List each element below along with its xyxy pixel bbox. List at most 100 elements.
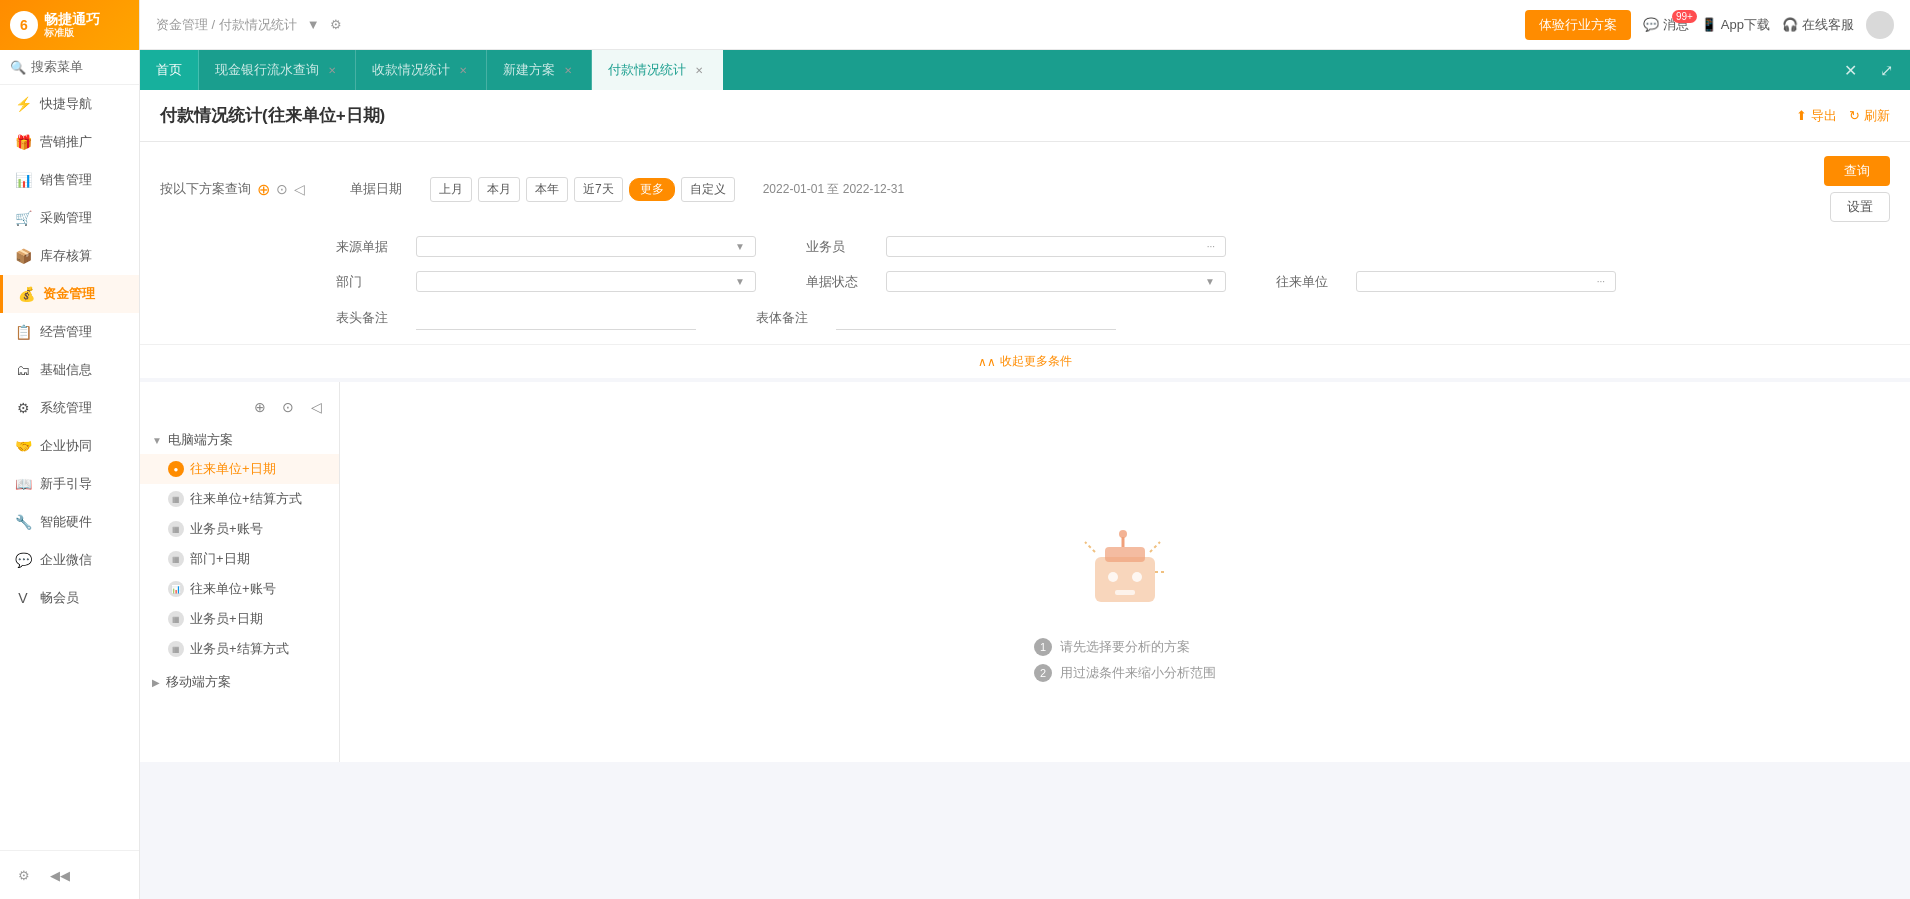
refresh-btn[interactable]: ↻ 刷新 bbox=[1849, 107, 1890, 125]
scheme-group-pc-header[interactable]: ▼ 电脑端方案 bbox=[140, 426, 339, 454]
left-panel: ⊕ ⊙ ◁ ▼ 电脑端方案 ● 往来单位+日期 bbox=[140, 382, 340, 762]
dropdown-arrow-icon[interactable]: ▼ bbox=[307, 17, 320, 32]
tab-new-scheme-label: 新建方案 bbox=[503, 61, 555, 79]
sidebar-item-wechat[interactable]: 💬 企业微信 bbox=[0, 541, 139, 579]
messages-btn[interactable]: 💬 消息 99+ bbox=[1643, 16, 1689, 34]
hardware-icon: 🔧 bbox=[14, 513, 32, 531]
tab-cash-flow-close[interactable]: ✕ bbox=[325, 63, 339, 77]
empty-tip-2: 2 用过滤条件来缩小分析范围 bbox=[1034, 664, 1216, 682]
sidebar-search[interactable]: 🔍 搜索菜单 bbox=[0, 50, 139, 85]
add-scheme-btn[interactable]: ⊕ bbox=[257, 180, 270, 199]
wechat-icon: 💬 bbox=[14, 551, 32, 569]
tab-collection-stats[interactable]: 收款情况统计 ✕ bbox=[356, 50, 487, 90]
purchase-icon: 🛒 bbox=[14, 209, 32, 227]
export-btn[interactable]: ⬆ 导出 bbox=[1796, 107, 1837, 125]
tab-cash-flow[interactable]: 现金银行流水查询 ✕ bbox=[199, 50, 356, 90]
counterpart-select[interactable]: ··· bbox=[1356, 271, 1616, 292]
online-service-btn[interactable]: 🎧 在线客服 bbox=[1782, 16, 1854, 34]
scheme-item-salesman-account[interactable]: ▦ 业务员+账号 bbox=[140, 514, 339, 544]
date-btn-last-month[interactable]: 上月 bbox=[430, 177, 472, 202]
doc-status-label: 单据状态 bbox=[806, 273, 866, 291]
body-note-label: 表体备注 bbox=[756, 309, 816, 327]
salesman-select[interactable]: ··· bbox=[886, 236, 1226, 257]
scheme-settings-icon-btn[interactable]: ⊙ bbox=[277, 396, 299, 418]
date-btn-custom[interactable]: 自定义 bbox=[681, 177, 735, 202]
marketing-icon: 🎁 bbox=[14, 133, 32, 151]
sidebar-item-capital[interactable]: 💰 资金管理 bbox=[0, 275, 139, 313]
breadcrumb: 资金管理 / 付款情况统计 bbox=[156, 16, 297, 34]
scheme-item-counterpart-account[interactable]: 📊 往来单位+账号 bbox=[140, 574, 339, 604]
counterpart-arrow: ··· bbox=[1597, 276, 1605, 287]
tab-collection-close[interactable]: ✕ bbox=[456, 63, 470, 77]
dept-select[interactable]: ▼ bbox=[416, 271, 756, 292]
sales-icon: 📊 bbox=[14, 171, 32, 189]
sidebar-item-operation[interactable]: 📋 经营管理 bbox=[0, 313, 139, 351]
svg-rect-0 bbox=[1095, 557, 1155, 602]
sidebar-item-guide[interactable]: 📖 新手引导 bbox=[0, 465, 139, 503]
tab-home-label: 首页 bbox=[156, 61, 182, 79]
tab-new-scheme[interactable]: 新建方案 ✕ bbox=[487, 50, 592, 90]
scheme-item-salesman-date[interactable]: ▦ 业务员+日期 bbox=[140, 604, 339, 634]
sidebar-item-purchase[interactable]: 🛒 采购管理 bbox=[0, 199, 139, 237]
tab-payment-stats-close[interactable]: ✕ bbox=[692, 63, 706, 77]
date-btn-this-year[interactable]: 本年 bbox=[526, 177, 568, 202]
scheme-item-label: 往来单位+结算方式 bbox=[190, 490, 302, 508]
sidebar-item-label: 采购管理 bbox=[40, 209, 92, 227]
add-scheme-icon-btn[interactable]: ⊕ bbox=[249, 396, 271, 418]
sidebar-item-enterprise[interactable]: 🤝 企业协同 bbox=[0, 427, 139, 465]
tab-home[interactable]: 首页 bbox=[140, 50, 199, 90]
date-btn-7days[interactable]: 近7天 bbox=[574, 177, 623, 202]
tab-payment-stats-label: 付款情况统计 bbox=[608, 61, 686, 79]
quick-nav-icon: ⚡ bbox=[14, 95, 32, 113]
tab-expand-btn[interactable]: ⤢ bbox=[1872, 56, 1900, 84]
scheme-item-counterpart-settlement[interactable]: ▦ 往来单位+结算方式 bbox=[140, 484, 339, 514]
sidebar-item-label: 新手引导 bbox=[40, 475, 92, 493]
scheme-item-dept-date[interactable]: ▦ 部门+日期 bbox=[140, 544, 339, 574]
settings-gear-btn[interactable]: ⚙ bbox=[330, 17, 342, 32]
scheme-item-salesman-settlement[interactable]: ▦ 业务员+结算方式 bbox=[140, 634, 339, 664]
scheme-settings-btn[interactable]: ⊙ bbox=[276, 181, 288, 197]
sidebar-item-label: 库存核算 bbox=[40, 247, 92, 265]
doc-status-select[interactable]: ▼ bbox=[886, 271, 1226, 292]
query-btn[interactable]: 查询 bbox=[1824, 156, 1890, 186]
date-label: 单据日期 bbox=[350, 180, 410, 198]
source-select[interactable]: ▼ bbox=[416, 236, 756, 257]
sidebar-item-label: 企业协同 bbox=[40, 437, 92, 455]
collapse-panel-btn[interactable]: ◁ bbox=[294, 181, 305, 197]
export-icon: ⬆ bbox=[1796, 108, 1807, 123]
tab-new-scheme-close[interactable]: ✕ bbox=[561, 63, 575, 77]
scheme-item-counterpart-date[interactable]: ● 往来单位+日期 bbox=[140, 454, 339, 484]
header-note-input[interactable] bbox=[416, 306, 696, 330]
scheme-query-label: 按以下方案查询 bbox=[160, 180, 251, 198]
sidebar-item-hardware[interactable]: 🔧 智能硬件 bbox=[0, 503, 139, 541]
operation-icon: 📋 bbox=[14, 323, 32, 341]
body-note-input[interactable] bbox=[836, 306, 1116, 330]
collapse-btn[interactable]: ∧∧ 收起更多条件 bbox=[978, 353, 1072, 370]
sidebar-item-sales[interactable]: 📊 销售管理 bbox=[0, 161, 139, 199]
sidebar-item-member[interactable]: V 畅会员 bbox=[0, 579, 139, 617]
settings-icon-btn[interactable]: ⚙ bbox=[10, 861, 38, 889]
date-btn-this-month[interactable]: 本月 bbox=[478, 177, 520, 202]
sidebar-item-inventory[interactable]: 📦 库存核算 bbox=[0, 237, 139, 275]
app-version: 标准版 bbox=[44, 27, 100, 39]
sidebar-item-basic[interactable]: 🗂 基础信息 bbox=[0, 351, 139, 389]
date-btn-more[interactable]: 更多 bbox=[629, 178, 675, 201]
tab-close-all-btn[interactable]: ✕ bbox=[1836, 56, 1864, 84]
panel-collapse-btn[interactable]: ◁ bbox=[305, 396, 327, 418]
user-avatar[interactable] bbox=[1866, 11, 1894, 39]
collapse-sidebar-btn[interactable]: ◀◀ bbox=[46, 861, 74, 889]
scheme-group-mobile-header[interactable]: ▶ 移动端方案 bbox=[140, 668, 339, 696]
sidebar-item-system[interactable]: ⚙ 系统管理 bbox=[0, 389, 139, 427]
settings-btn[interactable]: 设置 bbox=[1830, 192, 1890, 222]
sidebar-item-marketing[interactable]: 🎁 营销推广 bbox=[0, 123, 139, 161]
scheme-active-icon: ● bbox=[168, 461, 184, 477]
pc-group-label: 电脑端方案 bbox=[168, 431, 233, 449]
page-header-actions: ⬆ 导出 ↻ 刷新 bbox=[1796, 107, 1890, 125]
filter-section: 按以下方案查询 ⊕ ⊙ ◁ 单据日期 上月 本月 本年 近7天 更多 bbox=[140, 142, 1910, 378]
date-range-area: 2022-01-01 至 2022-12-31 bbox=[759, 181, 904, 198]
trial-btn[interactable]: 体验行业方案 bbox=[1525, 10, 1631, 40]
app-download-btn[interactable]: 📱 App下载 bbox=[1701, 16, 1770, 34]
scheme-icon: ▦ bbox=[168, 491, 184, 507]
tab-payment-stats[interactable]: 付款情况统计 ✕ bbox=[592, 50, 723, 90]
sidebar-item-quick-nav[interactable]: ⚡ 快捷导航 bbox=[0, 85, 139, 123]
